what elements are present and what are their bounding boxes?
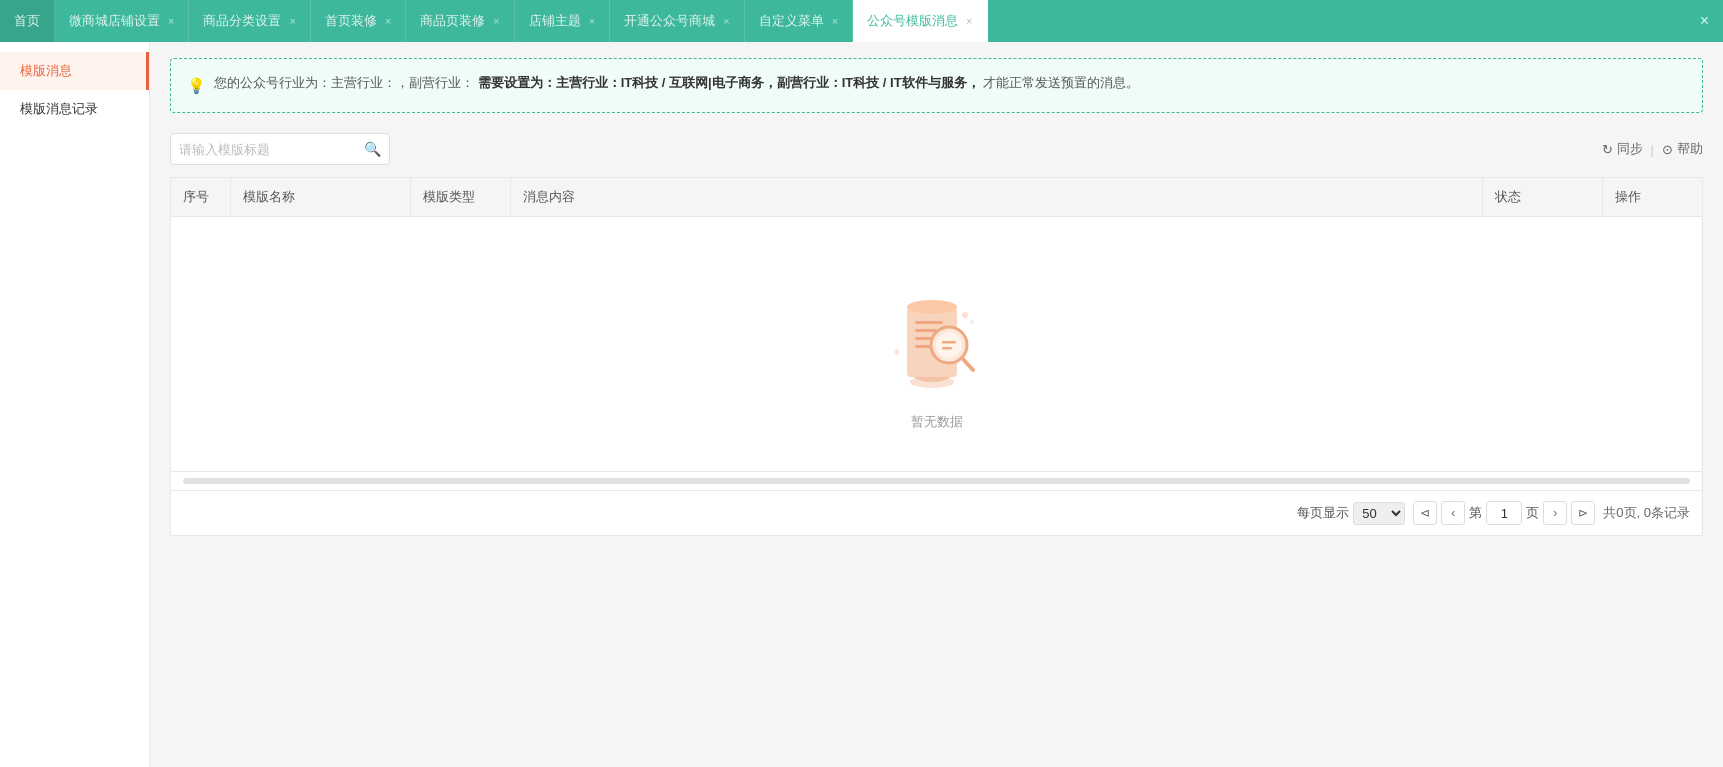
nav-tab-category-settings[interactable]: 商品分类设置 × [189,0,310,42]
horizontal-scrollbar[interactable] [183,478,1690,484]
notice-highlight: 需要设置为：主营行业：IT科技 / 互联网|电子商务，副营行业：IT科技 / I… [478,75,980,90]
top-nav: 首页 微商城店铺设置 × 商品分类设置 × 首页装修 × 商品页装修 × 店铺主… [0,0,1723,42]
nav-tab-category-label: 商品分类设置 [203,12,281,30]
page-prefix: 第 [1469,504,1482,522]
data-table: 序号 模版名称 模版类型 消息内容 状态 操作 [170,177,1703,472]
nav-tab-shop-theme-close[interactable]: × [589,15,595,27]
nav-tab-category-close[interactable]: × [289,15,295,27]
main-layout: 模版消息 模版消息记录 💡 您的公众号行业为：主营行业：，副营行业： 需要设置为… [0,42,1723,767]
sidebar: 模版消息 模版消息记录 [0,42,150,767]
nav-tab-homepage-close[interactable]: × [385,15,391,27]
svg-rect-11 [942,347,952,350]
nav-tab-homepage-decor[interactable]: 首页装修 × [311,0,406,42]
toolbar-divider: | [1651,142,1654,157]
sidebar-item-template-msg[interactable]: 模版消息 [0,52,149,90]
col-content: 消息内容 [511,178,1483,217]
svg-point-13 [970,320,974,324]
empty-state: 暂无数据 [171,217,1702,471]
table-empty-row: 暂无数据 [171,217,1703,472]
svg-point-12 [962,312,968,318]
nav-tab-open-shop-label: 开通公众号商城 [624,12,715,30]
last-page-button[interactable]: ⊳ [1571,501,1595,525]
col-name: 模版名称 [231,178,411,217]
toolbar-right: ↻ 同步 | ⊙ 帮助 [1602,140,1703,158]
nav-tab-shop-theme-label: 店铺主题 [529,12,581,30]
scrollbar-container [170,472,1703,491]
prev-page-button[interactable]: ‹ [1441,501,1465,525]
sidebar-item-template-msg-record[interactable]: 模版消息记录 [0,90,149,128]
nav-tab-shop-theme[interactable]: 店铺主题 × [515,0,610,42]
page-suffix: 页 [1526,504,1539,522]
nav-tab-weishop-close[interactable]: × [168,15,174,27]
page-size-label: 每页显示 [1297,504,1349,522]
page-size-select: 每页显示 10 20 50 100 [1297,502,1405,525]
nav-tab-template-msg[interactable]: 公众号模版消息 × [853,0,987,42]
svg-rect-2 [915,321,943,324]
sync-icon: ↻ [1602,142,1613,157]
empty-text: 暂无数据 [911,413,963,431]
nav-tab-open-shop-close[interactable]: × [723,15,729,27]
svg-rect-3 [915,329,937,332]
next-page-button[interactable]: › [1543,501,1567,525]
nav-tab-product-close[interactable]: × [493,15,499,27]
page-number-input[interactable] [1486,501,1522,525]
search-box: 🔍 [170,133,390,165]
notice-text: 您的公众号行业为：主营行业：，副营行业： 需要设置为：主营行业：IT科技 / 互… [214,73,1139,94]
nav-tab-weishop-label: 微商城店铺设置 [69,12,160,30]
svg-point-14 [894,350,899,355]
search-input[interactable] [179,142,364,157]
svg-point-8 [936,332,962,358]
nav-tab-home[interactable]: 首页 [0,0,55,42]
col-status: 状态 [1483,178,1603,217]
sync-button[interactable]: ↻ 同步 [1602,140,1643,158]
col-action: 操作 [1603,178,1703,217]
nav-tab-homepage-label: 首页装修 [325,12,377,30]
nav-tab-template-msg-label: 公众号模版消息 [867,12,958,30]
help-button[interactable]: ⊙ 帮助 [1662,140,1703,158]
nav-close-all-button[interactable]: × [1686,12,1723,30]
search-icon[interactable]: 🔍 [364,141,381,157]
bulb-icon: 💡 [187,74,206,98]
nav-tab-product-label: 商品页装修 [420,12,485,30]
notice-banner: 💡 您的公众号行业为：主营行业：，副营行业： 需要设置为：主营行业：IT科技 /… [170,58,1703,113]
nav-tab-open-shop[interactable]: 开通公众号商城 × [610,0,744,42]
col-seq: 序号 [171,178,231,217]
nav-tab-home-label: 首页 [14,12,40,30]
table-header-row: 序号 模版名称 模版类型 消息内容 状态 操作 [171,178,1703,217]
svg-point-6 [907,300,957,314]
svg-line-9 [962,358,973,370]
nav-tab-product-decor[interactable]: 商品页装修 × [406,0,514,42]
empty-illustration [877,277,997,397]
help-icon: ⊙ [1662,142,1673,157]
page-total: 共0页, 0条记录 [1603,504,1690,522]
content-area: 💡 您的公众号行业为：主营行业：，副营行业： 需要设置为：主营行业：IT科技 /… [150,42,1723,767]
page-nav: ⊲ ‹ 第 页 › ⊳ [1413,501,1595,525]
col-type: 模版类型 [411,178,511,217]
nav-tab-template-msg-close[interactable]: × [966,15,972,27]
svg-rect-10 [942,341,956,344]
pagination: 每页显示 10 20 50 100 ⊲ ‹ 第 页 › ⊳ 共0页, 0条记录 [170,491,1703,536]
nav-tab-custom-menu-label: 自定义菜单 [759,12,824,30]
nav-tab-custom-menu-close[interactable]: × [832,15,838,27]
page-size-dropdown[interactable]: 10 20 50 100 [1353,502,1405,525]
nav-tab-custom-menu[interactable]: 自定义菜单 × [745,0,853,42]
first-page-button[interactable]: ⊲ [1413,501,1437,525]
nav-tab-weishop-settings[interactable]: 微商城店铺设置 × [55,0,189,42]
toolbar: 🔍 ↻ 同步 | ⊙ 帮助 [170,133,1703,165]
